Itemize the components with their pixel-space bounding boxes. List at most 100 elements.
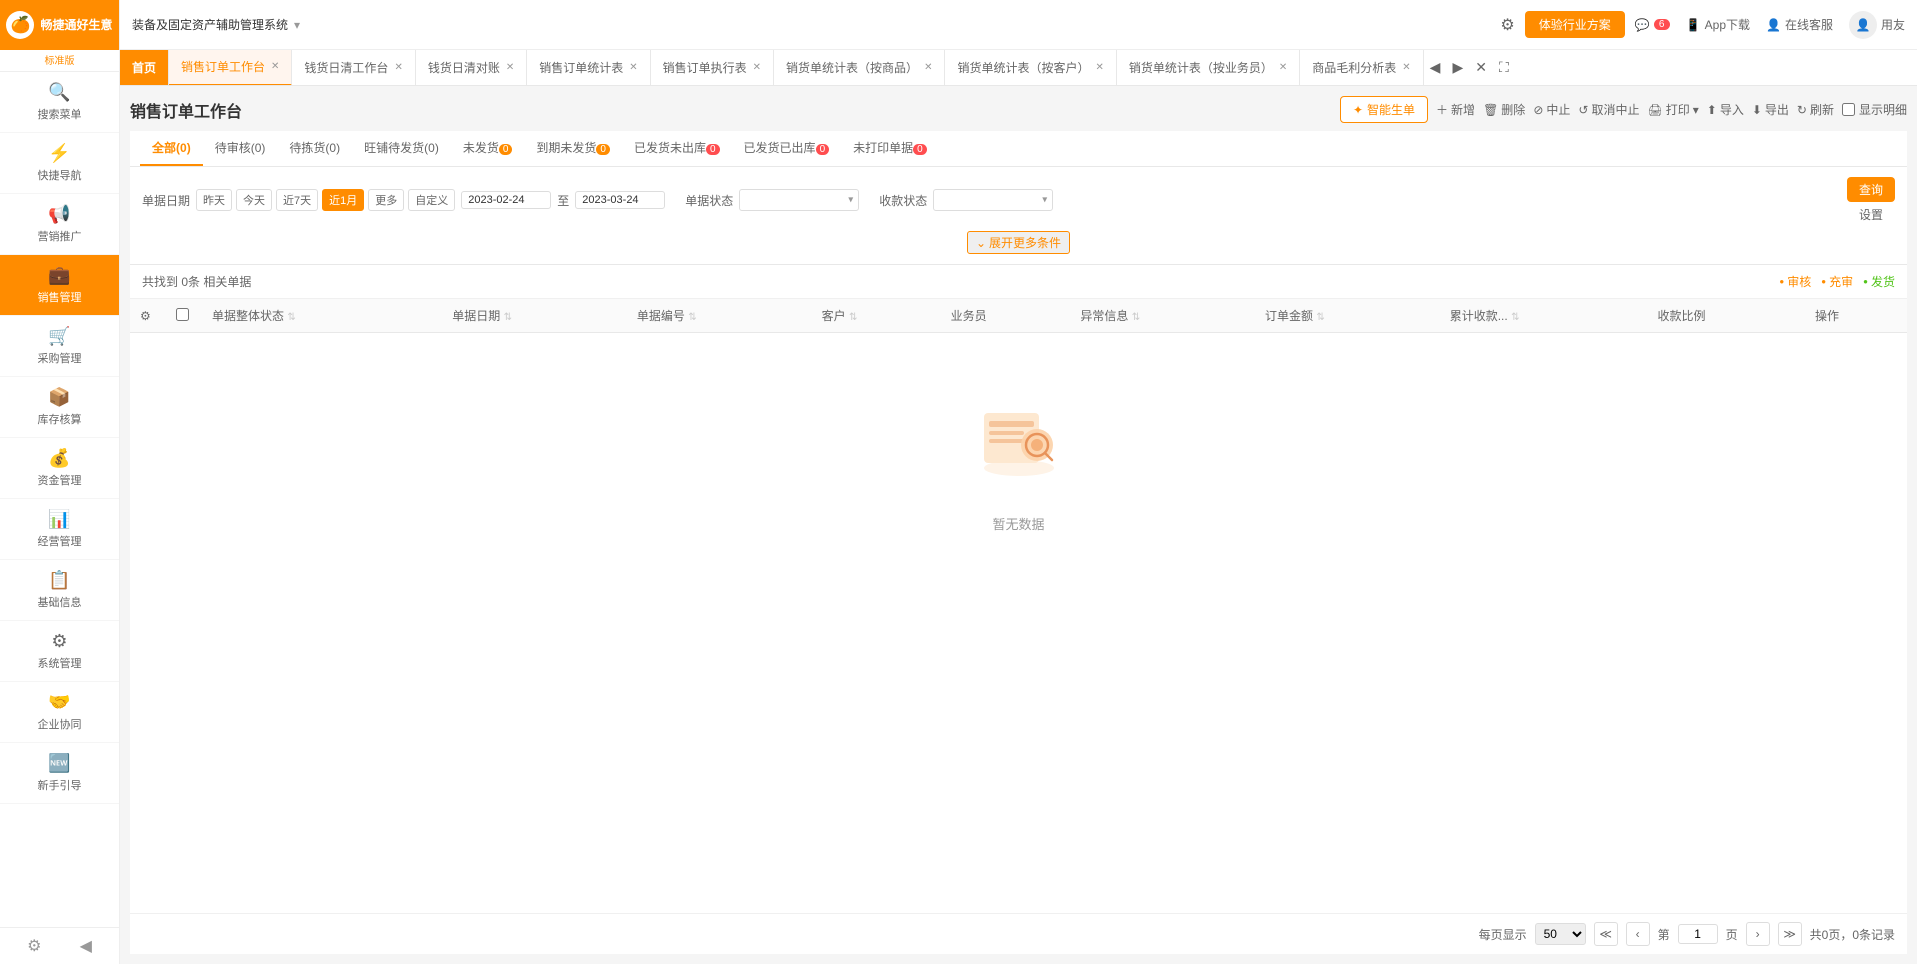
ship-link[interactable]: 发货 [1863,273,1895,290]
cancel-link[interactable]: 充审 [1821,273,1853,290]
settings-bottom-btn[interactable]: ⚙ [27,936,41,956]
tab-close-sales-stat-customer[interactable]: ✕ [1095,62,1103,73]
date-btn-custom[interactable]: 自定义 [408,189,455,211]
review-link[interactable]: 审核 [1779,273,1811,290]
sub-tab-shipped-out[interactable]: 已发货已出库0 [732,131,842,166]
tab-close-sales-order[interactable]: ✕ [271,61,279,72]
date-btn-7days[interactable]: 近7天 [276,189,318,211]
tabs-maximize[interactable]: ⛶ [1493,59,1515,76]
tabs-scroll-left[interactable]: ◀ [1424,59,1447,76]
import-button[interactable]: ⬆ 导入 [1707,101,1744,118]
tab-close-sales-exec[interactable]: ✕ [753,62,761,73]
message-badge: 6 [1654,19,1670,30]
tab-close-sales-stat-staff[interactable]: ✕ [1279,62,1287,73]
sub-tab-all[interactable]: 全部(0) [140,131,203,166]
tab-sales-stat-customer[interactable]: 销货单统计表（按客户） ✕ [945,50,1116,86]
tab-cash-daily[interactable]: 钱货日清工作台 ✕ [292,50,415,86]
sidebar-item-guide[interactable]: 🆕 新手引导 [0,743,119,804]
date-btn-today[interactable]: 今天 [236,189,272,211]
sidebar-item-quick-nav[interactable]: ⚡ 快捷导航 [0,133,119,194]
sidebar-item-inventory[interactable]: 📦 库存核算 [0,377,119,438]
page-number-input[interactable] [1678,924,1718,944]
sub-tab-pending-check[interactable]: 待拣货(0) [277,131,352,166]
topbar-user[interactable]: 👤 用友 [1849,11,1905,39]
sidebar-item-system[interactable]: ⚙ 系统管理 [0,621,119,682]
date-to-input[interactable] [575,191,665,209]
tab-sales-exec[interactable]: 销售订单执行表 ✕ [651,50,774,86]
topbar-message[interactable]: 💬 6 [1635,18,1670,32]
show-detail-checkbox[interactable] [1842,103,1855,116]
page-prev-btn[interactable]: ‹ [1626,922,1650,946]
main-area: 装备及固定资产辅助管理系统 ▾ ⚙ 体验行业方案 💬 6 📱 App下载 👤 在… [120,0,1917,964]
select-all-checkbox[interactable] [176,308,189,321]
sort-date-icon[interactable]: ⇅ [504,312,512,323]
print-button[interactable]: 🖨 打印 ▾ [1647,101,1698,118]
sidebar-item-purchase[interactable]: 🛒 采购管理 [0,316,119,377]
sort-amount-icon[interactable]: ⇅ [1316,312,1324,323]
date-filter-label: 单据日期 [142,192,190,209]
sort-status-icon[interactable]: ⇅ [287,312,295,323]
topbar-gear-icon[interactable]: ⚙ [1500,15,1514,35]
ai-generate-button[interactable]: ✦ 智能生单 [1340,96,1428,123]
setting-button[interactable]: 设置 [1847,206,1895,223]
tab-sales-stat[interactable]: 销售订单统计表 ✕ [527,50,650,86]
sub-tab-wangpu[interactable]: 旺铺待发货(0) [352,131,451,166]
sub-tab-pending-review[interactable]: 待审核(0) [203,131,278,166]
sidebar-item-sales[interactable]: 💼 销售管理 [0,255,119,316]
sort-collected-icon[interactable]: ⇅ [1511,312,1519,323]
sort-number-icon[interactable]: ⇅ [688,312,696,323]
expand-filter-button[interactable]: ⌄ 展开更多条件 [967,231,1070,254]
export-button[interactable]: ⬇ 导出 [1752,101,1789,118]
sub-tab-expired-not-shipped[interactable]: 到期未发货0 [524,131,622,166]
sidebar-item-search[interactable]: 🔍 搜索菜单 [0,72,119,133]
tab-close-gross-margin[interactable]: ✕ [1402,62,1410,73]
table-scroll[interactable]: ⚙ 单据整体状态 ⇅ 单据日期 ⇅ 单据编号 [130,299,1907,913]
sidebar-item-operations[interactable]: 📊 经营管理 [0,499,119,560]
sidebar-item-basic-info[interactable]: 📋 基础信息 [0,560,119,621]
page-first-btn[interactable]: ≪ [1594,922,1618,946]
cancel-suspend-button[interactable]: ↺ 取消中止 [1578,101,1639,118]
sort-abnormal-icon[interactable]: ⇅ [1132,312,1140,323]
date-btn-yesterday[interactable]: 昨天 [196,189,232,211]
page-last-btn[interactable]: ≫ [1778,922,1802,946]
show-detail-label[interactable]: 显示明细 [1842,101,1907,118]
tab-close-cash-reconcile[interactable]: ✕ [506,62,514,73]
page-size-select[interactable]: 50 100 [1535,923,1586,945]
tab-close-sales-stat-product[interactable]: ✕ [924,62,932,73]
delete-button[interactable]: 🗑 删除 [1483,101,1525,118]
topbar-online-service[interactable]: 👤 在线客服 [1766,16,1833,33]
tab-cash-reconcile[interactable]: 钱货日清对账 ✕ [416,50,527,86]
th-checkbox[interactable] [166,299,202,333]
refresh-button[interactable]: ↻ 刷新 [1797,101,1834,118]
date-btn-more[interactable]: 更多 [368,189,404,211]
tabs-close-all[interactable]: ✕ [1469,59,1493,76]
sub-tab-not-printed[interactable]: 未打印单据0 [841,131,939,166]
tab-sales-stat-product[interactable]: 销货单统计表（按商品） ✕ [774,50,945,86]
tab-home[interactable]: 首页 [120,50,169,86]
topbar-app-download[interactable]: 📱 App下载 [1686,16,1750,33]
tabs-scroll-right[interactable]: ▶ [1446,59,1469,76]
query-button[interactable]: 查询 [1847,177,1895,202]
sort-customer-icon[interactable]: ⇅ [849,312,857,323]
page-next-btn[interactable]: › [1746,922,1770,946]
solution-button[interactable]: 体验行业方案 [1525,11,1625,38]
sales-stat-product-tab-label: 销货单统计表（按商品） [786,59,918,76]
tab-sales-stat-staff[interactable]: 销货单统计表（按业务员） ✕ [1117,50,1300,86]
status-select[interactable] [739,189,859,211]
suspend-button[interactable]: ⊘ 中止 [1533,101,1570,118]
sidebar-item-marketing[interactable]: 📢 营销推广 [0,194,119,255]
payment-select[interactable] [933,189,1053,211]
collapse-btn[interactable]: ◀ [80,936,92,956]
tab-close-sales-stat[interactable]: ✕ [629,62,637,73]
sub-tab-not-shipped[interactable]: 未发货0 [451,131,525,166]
tab-sales-order[interactable]: 销售订单工作台 ✕ [169,50,292,86]
add-button[interactable]: ＋ 新增 [1436,101,1475,118]
date-from-input[interactable] [461,191,551,209]
tab-close-cash-daily[interactable]: ✕ [394,62,402,73]
date-btn-1month[interactable]: 近1月 [322,189,364,211]
th-settings[interactable]: ⚙ [130,299,166,333]
sidebar-item-finance[interactable]: 💰 资金管理 [0,438,119,499]
sub-tab-shipped-not-out[interactable]: 已发货未出库0 [622,131,732,166]
tab-gross-margin[interactable]: 商品毛利分析表 ✕ [1300,50,1423,86]
sidebar-item-enterprise[interactable]: 🤝 企业协同 [0,682,119,743]
